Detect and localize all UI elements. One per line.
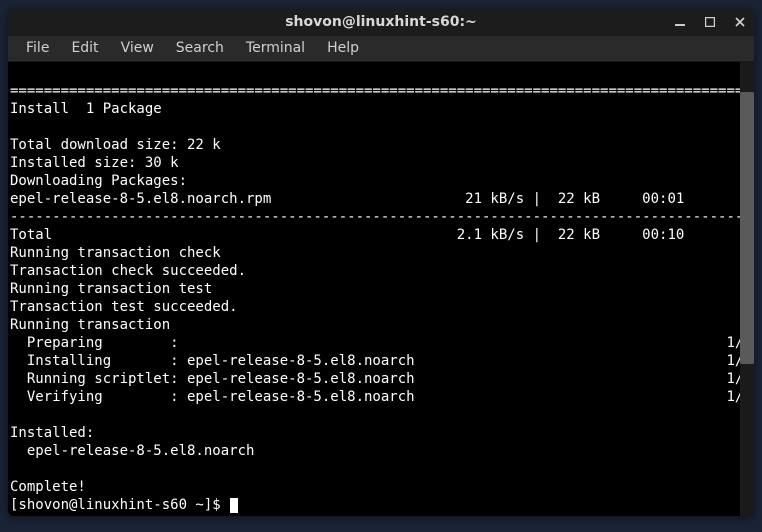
menu-terminal[interactable]: Terminal [236,36,315,60]
window-controls [672,14,748,30]
output-line: Installed size: 30 k [10,155,179,171]
prompt-text: [shovon@linuxhint-s60 ~]$ [10,497,229,513]
menu-search[interactable]: Search [166,36,234,60]
menubar: File Edit View Search Terminal Help [8,36,754,62]
terminal-window: shovon@linuxhint-s60:~ File Edit View Se… [8,8,754,516]
output-line: Downloading Packages: [10,173,187,189]
output-line: Running transaction [10,317,170,333]
output-line: Installed: [10,425,94,441]
output-line: ========================================… [10,83,740,99]
output-line: Install 1 Package [10,101,162,117]
terminal-area: ========================================… [8,62,754,516]
output-line: Running transaction check [10,245,221,261]
scrollbar[interactable] [740,62,754,516]
output-line: Preparing : 1/1 [10,335,740,351]
output-line: epel-release-8-5.el8.noarch [10,443,735,459]
cursor [230,498,238,513]
menu-edit[interactable]: Edit [61,36,108,60]
output-line: Total download size: 22 k [10,137,221,153]
output-line: Installing : epel-release-8-5.el8.noarch… [10,353,740,369]
output-line: Running transaction test [10,281,212,297]
output-line: Complete! [10,479,86,495]
window-title: shovon@linuxhint-s60:~ [285,14,477,30]
shell-prompt: [shovon@linuxhint-s60 ~]$ [10,497,238,513]
output-line: Running scriptlet: epel-release-8-5.el8.… [10,371,740,387]
maximize-icon[interactable] [702,14,718,30]
close-icon[interactable] [732,14,748,30]
terminal-output[interactable]: ========================================… [8,62,740,516]
minimize-icon[interactable] [672,14,688,30]
menu-file[interactable]: File [16,36,59,60]
scrollbar-thumb[interactable] [740,92,754,364]
menu-help[interactable]: Help [317,36,369,60]
output-line: ----------------------------------------… [10,209,740,225]
output-line: Transaction check succeeded. [10,263,246,279]
menu-view[interactable]: View [111,36,164,60]
output-line: Transaction test succeeded. [10,299,238,315]
output-line: epel-release-8-5.el8.noarch.rpm 21 kB/s … [10,191,718,207]
output-line: Total 2.1 kB/s | 22 kB 00:10 [10,227,726,243]
titlebar: shovon@linuxhint-s60:~ [8,8,754,36]
output-line: Verifying : epel-release-8-5.el8.noarch … [10,389,740,405]
